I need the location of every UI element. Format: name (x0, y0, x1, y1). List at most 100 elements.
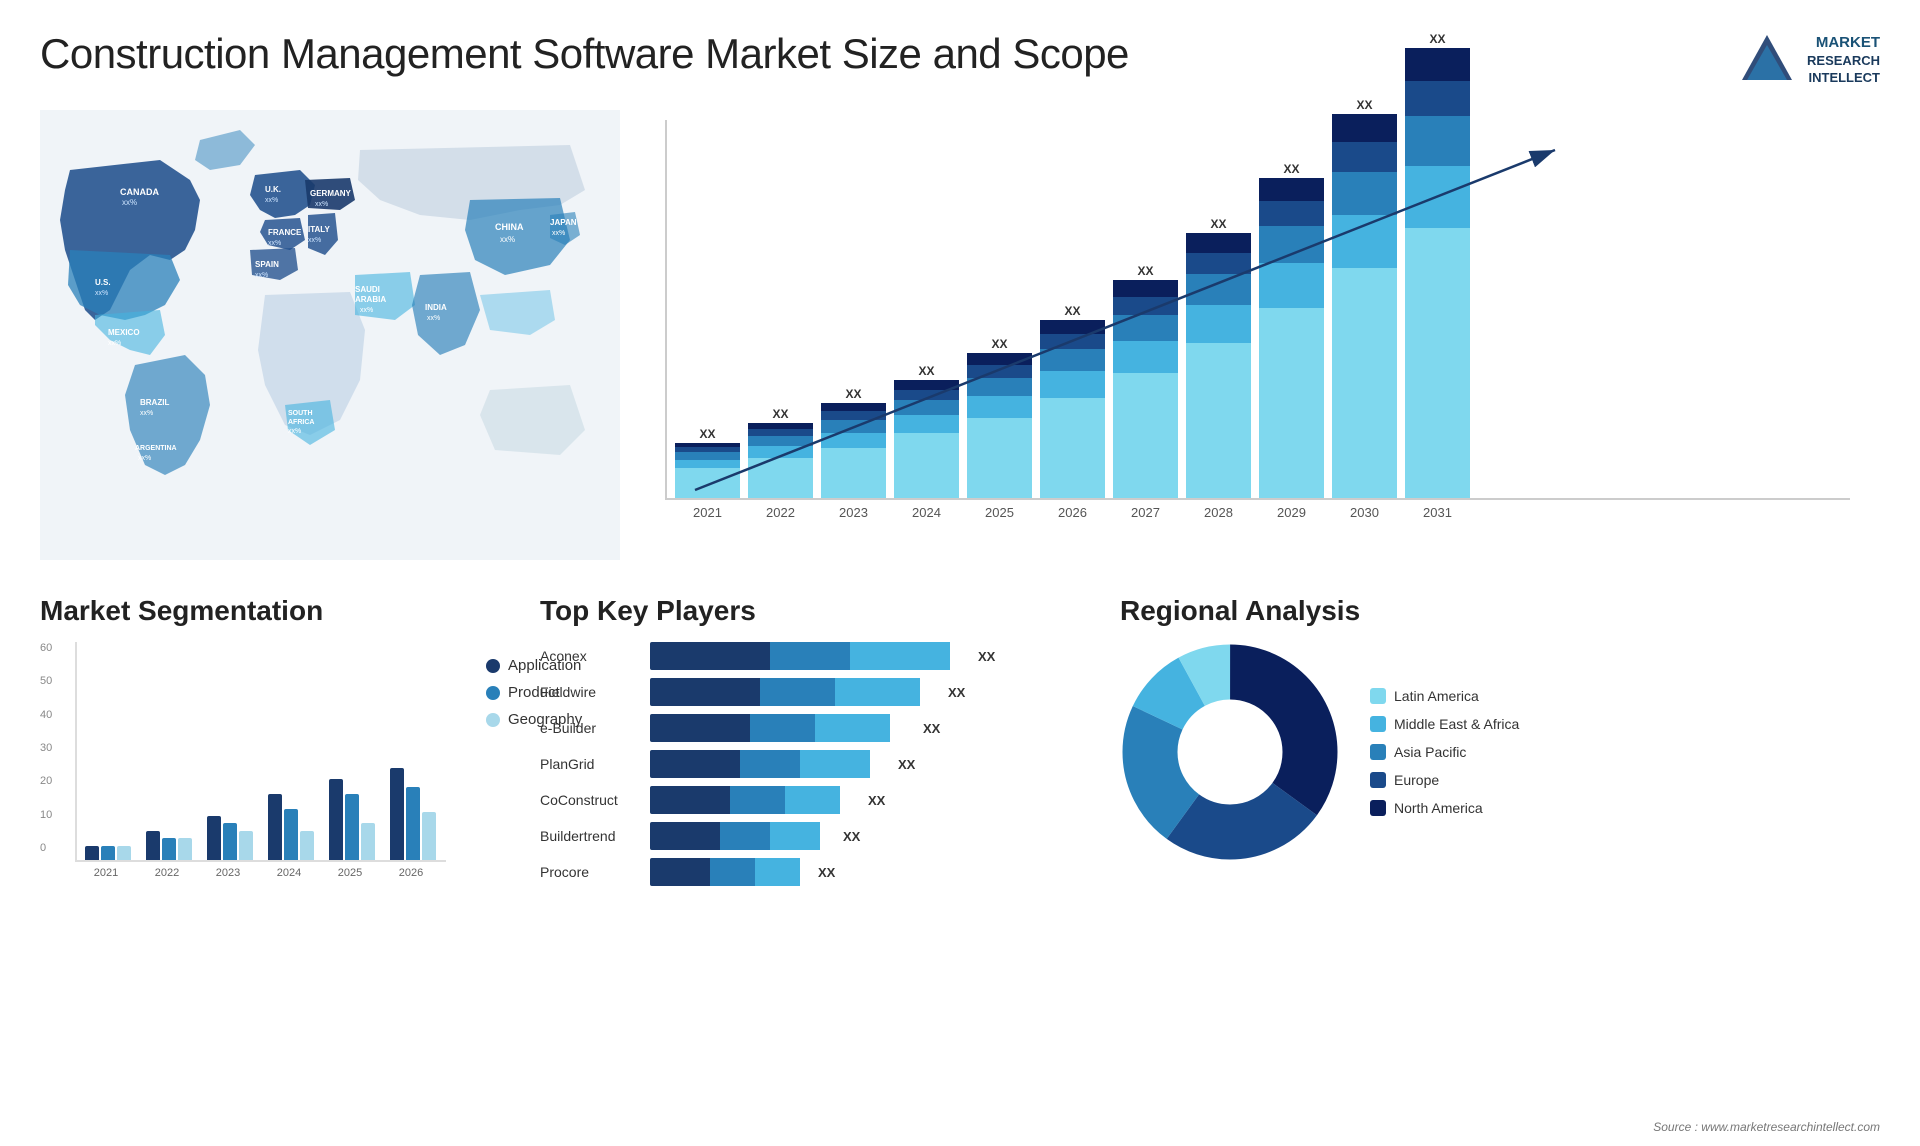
legend-color-asia-pacific (1370, 744, 1386, 760)
seg-chart-wrapper: 6050403020100 (40, 642, 446, 879)
donut-container: Latin America Middle East & Africa Asia … (1120, 642, 1880, 862)
player-value-aconex: XX (978, 649, 995, 664)
svg-text:INDIA: INDIA (425, 303, 447, 312)
player-name-aconex: Aconex (540, 648, 640, 664)
logo-line1: MARKET (1807, 33, 1880, 53)
bar-2031: XX (1405, 32, 1470, 498)
legend-color-middle-east (1370, 716, 1386, 732)
player-value-plangrid: XX (898, 757, 915, 772)
header: Construction Management Software Market … (40, 30, 1880, 90)
x-label-2022: 2022 (748, 505, 813, 520)
svg-text:U.S.: U.S. (95, 278, 111, 287)
bar-2022: XX (748, 407, 813, 498)
segmentation-title: Market Segmentation (40, 595, 520, 627)
legend-dot-geography (486, 713, 500, 727)
svg-text:ARGENTINA: ARGENTINA (135, 445, 177, 452)
svg-text:xx%: xx% (288, 428, 301, 435)
bar-chart-section: XX XX (635, 110, 1880, 570)
svg-text:U.K.: U.K. (265, 185, 281, 194)
legend-label-middle-east: Middle East & Africa (1394, 716, 1519, 732)
svg-text:xx%: xx% (552, 230, 565, 237)
seg-y-axis: 6050403020100 (40, 642, 52, 854)
svg-text:xx%: xx% (140, 410, 153, 417)
svg-text:xx%: xx% (360, 307, 373, 314)
player-row-fieldwire: Fieldwire XX (540, 678, 1100, 706)
logo-icon (1737, 30, 1797, 90)
bar-chart-bars: XX XX (665, 120, 1850, 500)
player-bar-fieldwire: XX (650, 678, 1100, 706)
player-bar-coconstruct: XX (650, 786, 1100, 814)
player-value-procore: XX (818, 865, 835, 880)
player-bar-plangrid: XX (650, 750, 1100, 778)
legend-color-europe (1370, 772, 1386, 788)
legend-asia-pacific: Asia Pacific (1370, 744, 1519, 760)
svg-text:xx%: xx% (95, 290, 108, 297)
svg-text:AFRICA: AFRICA (288, 419, 314, 426)
legend-label-latin-america: Latin America (1394, 688, 1479, 704)
bar-2027: XX (1113, 264, 1178, 498)
bar-2024: XX (894, 364, 959, 498)
svg-text:SPAIN: SPAIN (255, 260, 279, 269)
legend-middle-east: Middle East & Africa (1370, 716, 1519, 732)
svg-text:xx%: xx% (315, 201, 328, 208)
player-name-fieldwire: Fieldwire (540, 684, 640, 700)
regional-title: Regional Analysis (1120, 595, 1880, 627)
legend-label-europe: Europe (1394, 772, 1439, 788)
source-text: Source : www.marketresearchintellect.com (1653, 1120, 1880, 1134)
logo-line2: RESEARCH (1807, 53, 1880, 70)
bar-2021: XX (675, 427, 740, 498)
seg-bars (75, 642, 446, 862)
key-players-section: Top Key Players Aconex XX (540, 595, 1100, 886)
x-label-2023: 2023 (821, 505, 886, 520)
player-value-ebuilder: XX (923, 721, 940, 736)
svg-text:FRANCE: FRANCE (268, 228, 302, 237)
svg-text:CHINA: CHINA (495, 222, 524, 232)
legend-latin-america: Latin America (1370, 688, 1519, 704)
player-bar-ebuilder: XX (650, 714, 1100, 742)
page-container: Construction Management Software Market … (0, 0, 1920, 1146)
player-row-procore: Procore XX (540, 858, 1100, 886)
svg-text:xx%: xx% (268, 240, 281, 247)
svg-text:SAUDI: SAUDI (355, 285, 380, 294)
player-row-ebuilder: e-Builder XX (540, 714, 1100, 742)
svg-text:GERMANY: GERMANY (310, 189, 352, 198)
svg-text:xx%: xx% (108, 340, 121, 347)
segmentation-section: Market Segmentation 6050403020100 (40, 595, 520, 886)
regional-section: Regional Analysis (1120, 595, 1880, 886)
bar-2028: XX (1186, 217, 1251, 498)
svg-text:ARABIA: ARABIA (355, 295, 386, 304)
svg-text:CANADA: CANADA (120, 187, 159, 197)
player-name-ebuilder: e-Builder (540, 720, 640, 736)
seg-x-labels: 2021 2022 2023 2024 2025 2026 (75, 867, 446, 879)
x-label-2025: 2025 (967, 505, 1032, 520)
x-label-2021: 2021 (675, 505, 740, 520)
player-name-buildertrend: Buildertrend (540, 828, 640, 844)
player-bar-aconex: XX (650, 642, 1100, 670)
svg-text:BRAZIL: BRAZIL (140, 398, 169, 407)
player-row-aconex: Aconex XX (540, 642, 1100, 670)
player-row-plangrid: PlanGrid XX (540, 750, 1100, 778)
logo-area: MARKET RESEARCH INTELLECT (1737, 30, 1880, 90)
player-row-coconstruct: CoConstruct XX (540, 786, 1100, 814)
svg-text:ITALY: ITALY (308, 225, 330, 234)
bar-2023: XX (821, 387, 886, 498)
bar-chart-x-labels: 2021 2022 2023 2024 2025 2026 2027 2028 … (665, 505, 1850, 520)
seg-wrapper: 6050403020100 (40, 642, 520, 879)
x-label-2031: 2031 (1405, 505, 1470, 520)
world-map-section: CANADA xx% U.S. xx% MEXICO xx% BRAZIL xx… (40, 110, 620, 570)
svg-text:xx%: xx% (265, 197, 278, 204)
donut-chart (1120, 642, 1340, 862)
key-players-title: Top Key Players (540, 595, 1100, 627)
legend-dot-product (486, 686, 500, 700)
bar-2029: XX (1259, 162, 1324, 498)
player-value-coconstruct: XX (868, 793, 885, 808)
svg-text:xx%: xx% (122, 198, 137, 207)
svg-text:xx%: xx% (427, 315, 440, 322)
bar-2030: XX (1332, 98, 1397, 498)
svg-text:xx%: xx% (255, 272, 268, 279)
player-value-buildertrend: XX (843, 829, 860, 844)
player-bar-procore: XX (650, 858, 1100, 886)
svg-text:SOUTH: SOUTH (288, 410, 313, 417)
page-title: Construction Management Software Market … (40, 30, 1129, 78)
player-value-fieldwire: XX (948, 685, 965, 700)
